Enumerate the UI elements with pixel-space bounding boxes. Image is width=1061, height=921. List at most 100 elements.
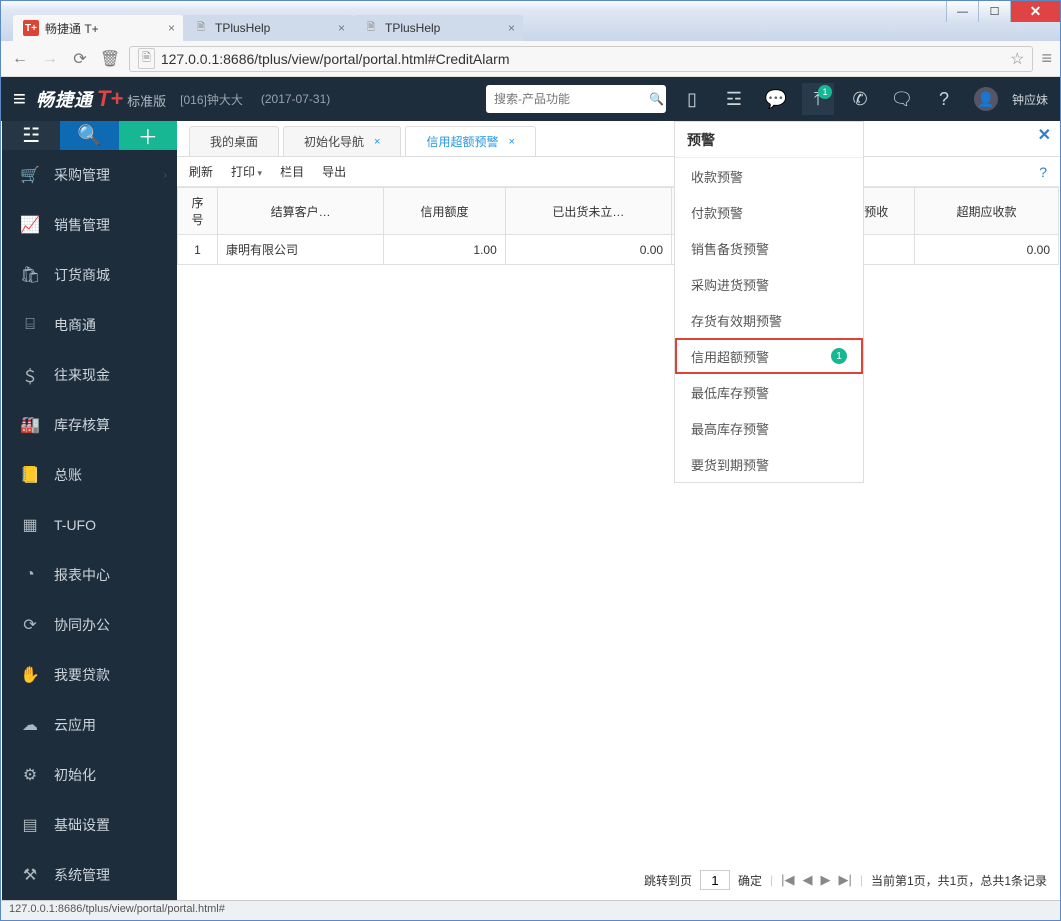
sidebar-item-label: 基础设置 <box>54 815 110 835</box>
alert-badge: 1 <box>818 85 832 99</box>
window-maximize[interactable] <box>978 1 1010 22</box>
pager-last-icon[interactable]: ▶| <box>838 872 851 888</box>
sidebar-item[interactable]: 📈销售管理 <box>2 200 177 250</box>
alert-item[interactable]: 销售备货预警 <box>675 230 863 266</box>
sidebar-item[interactable]: ✋我要贷款 <box>2 650 177 700</box>
sidebar-item[interactable]: ⌸电商通 <box>2 300 177 350</box>
bookmark-star-icon[interactable]: ☆ <box>1010 49 1024 69</box>
tab-close-icon[interactable]: × <box>508 21 515 35</box>
sidebar-item-icon: ▦ <box>20 515 40 535</box>
toolbar-print[interactable]: 打印 <box>231 163 262 180</box>
sidebar-item[interactable]: 📒总账 <box>2 450 177 500</box>
browser-tab[interactable]: TPlusHelp× <box>353 15 523 41</box>
content-tab[interactable]: 我的桌面 <box>189 126 279 156</box>
pager: 跳转到页 确定 | |◀ ◀ ▶ ▶| | 当前第1页，共1页，总共1条记录 <box>644 860 1047 900</box>
alert-item[interactable]: 存货有效期预警 <box>675 302 863 338</box>
message-icon[interactable]: 💬 <box>760 83 792 115</box>
toolbar-refresh[interactable]: 刷新 <box>189 163 213 180</box>
list-icon[interactable]: ☲ <box>718 83 750 115</box>
window-close[interactable] <box>1010 1 1060 22</box>
content-toolbar: 刷新 打印 栏目 导出 ? <box>177 157 1059 187</box>
nav-trash-icon[interactable]: 🗑 <box>99 48 121 70</box>
content-tab-close-icon[interactable]: × <box>374 136 380 148</box>
content-tab-close-icon[interactable]: × <box>508 136 514 148</box>
header-search[interactable]: 🔍 <box>486 85 666 113</box>
pager-next-icon[interactable]: ▶ <box>820 872 830 888</box>
app-menu-icon[interactable]: ≡ <box>13 86 26 112</box>
pager-page-input[interactable] <box>700 870 730 890</box>
alert-item[interactable]: 信用超额预警1 <box>675 338 863 374</box>
sidebar-item[interactable]: 🏭库存核算 <box>2 400 177 450</box>
content-tab[interactable]: 初始化导航× <box>283 126 401 156</box>
sidebar-item[interactable]: 🛍 订货商城 <box>2 250 177 300</box>
alert-item[interactable]: 最高库存预警 <box>675 410 863 446</box>
sidebar-item[interactable]: 🛒采购管理› <box>2 150 177 200</box>
sidebar-menu-button[interactable]: ☳ <box>2 121 60 150</box>
sidebar-item-label: 系统管理 <box>54 865 110 885</box>
support-icon[interactable]: ✆ <box>844 83 876 115</box>
search-input[interactable] <box>494 92 649 106</box>
sidebar-item-icon: ⟳ <box>20 615 40 635</box>
tab-close-icon[interactable]: × <box>338 21 345 35</box>
window-minimize[interactable] <box>946 1 978 22</box>
sidebar-item[interactable]: ▤基础设置 <box>2 800 177 850</box>
sidebar-item[interactable]: ◔报表中心 <box>2 550 177 600</box>
sidebar-item[interactable]: ▦ T-UFO <box>2 500 177 550</box>
sidebar-item[interactable]: ⚒系统管理 <box>2 850 177 900</box>
nav-forward-icon[interactable]: → <box>39 48 61 70</box>
sidebar-item-icon: ＄ <box>20 363 40 387</box>
alert-item-label: 最低库存预警 <box>691 383 769 402</box>
url-input[interactable]: 🗎 127.0.0.1:8686/tplus/view/portal/porta… <box>129 46 1033 72</box>
content-tab-label: 我的桌面 <box>210 133 258 150</box>
toolbar-help-icon[interactable]: ? <box>1039 164 1047 180</box>
chat-icon[interactable]: 🗨 <box>886 83 918 115</box>
content-panel-close-icon[interactable]: ✕ <box>1038 125 1051 145</box>
sidebar-item-icon: 📈 <box>20 215 40 235</box>
mobile-icon[interactable]: ▯ <box>676 83 708 115</box>
sidebar-item-icon: ⌸ <box>20 316 40 334</box>
help-icon[interactable]: ? <box>928 83 960 115</box>
table-cell: 1 <box>178 235 218 265</box>
sidebar-item-icon: ⚙ <box>20 765 40 785</box>
sidebar-search-button[interactable]: 🔍 <box>60 121 118 150</box>
search-icon[interactable]: 🔍 <box>649 92 664 106</box>
sidebar-item-icon: 📒 <box>20 465 40 485</box>
alert-item-label: 最高库存预警 <box>691 419 769 438</box>
alert-item[interactable]: 付款预警 <box>675 194 863 230</box>
browser-tab[interactable]: TPlusHelp × <box>183 15 353 41</box>
tab-title: 畅捷通 T+ <box>45 20 99 37</box>
toolbar-export[interactable]: 导出 <box>322 163 346 180</box>
tab-title: TPlusHelp <box>215 21 270 35</box>
content-tab[interactable]: 信用超额预警× <box>405 126 535 156</box>
sidebar-item-label: 订货商城 <box>54 265 110 285</box>
alert-item[interactable]: 要货到期预警 <box>675 446 863 482</box>
toolbar-columns[interactable]: 栏目 <box>280 163 304 180</box>
pager-confirm[interactable]: 确定 <box>738 872 762 889</box>
brand-t: T+ <box>97 86 123 112</box>
pager-first-icon[interactable]: |◀ <box>781 872 794 888</box>
sidebar-item[interactable]: ＄往来现金 <box>2 350 177 400</box>
table-row[interactable]: 1康明有限公司1.000.002,632.500.00 <box>178 235 1059 265</box>
sidebar-item-label: 报表中心 <box>54 565 110 585</box>
sidebar-item-label: T-UFO <box>54 517 96 533</box>
pager-prev-icon[interactable]: ◀ <box>802 872 812 888</box>
nav-back-icon[interactable]: ← <box>9 48 31 70</box>
nav-reload-icon[interactable]: ⟳ <box>69 48 91 70</box>
sidebar-add-button[interactable]: ＋ <box>119 121 177 150</box>
sidebar-item[interactable]: ☁云应用 <box>2 700 177 750</box>
sidebar-item-icon: 🛍 <box>20 265 40 285</box>
user-avatar[interactable]: 👤 <box>970 83 1002 115</box>
browser-menu-icon[interactable]: ≡ <box>1041 48 1052 69</box>
alert-item-label: 收款预警 <box>691 167 743 186</box>
sidebar-item[interactable]: ⟳ 协同办公 <box>2 600 177 650</box>
alert-icon[interactable]: ⤒ 1 <box>802 83 834 115</box>
sidebar-item-label: 采购管理 <box>54 165 110 185</box>
alert-item[interactable]: 最低库存预警 <box>675 374 863 410</box>
alert-item-label: 要货到期预警 <box>691 455 769 474</box>
alert-item[interactable]: 收款预警 <box>675 158 863 194</box>
alert-item[interactable]: 采购进货预警 <box>675 266 863 302</box>
tab-close-icon[interactable]: × <box>168 21 175 35</box>
sidebar-item-label: 协同办公 <box>54 615 110 635</box>
sidebar-item[interactable]: ⚙初始化 <box>2 750 177 800</box>
browser-tab[interactable]: T+畅捷通 T+× <box>13 15 183 41</box>
